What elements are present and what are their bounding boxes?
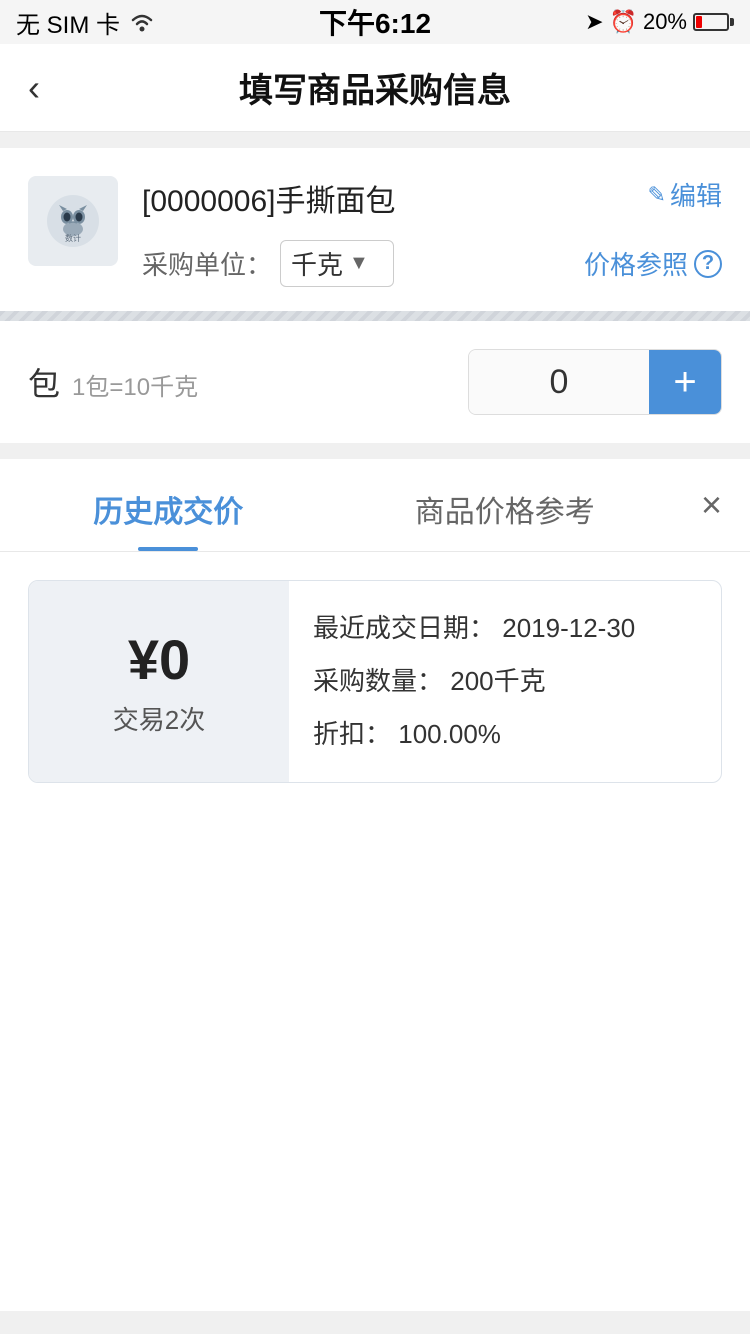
history-transactions: 交易2次 bbox=[113, 700, 205, 737]
edit-label: 编辑 bbox=[670, 176, 722, 213]
tab-product-reference[interactable]: 商品价格参考 bbox=[336, 459, 672, 551]
product-name-row: [0000006]手撕面包 ✎ 编辑 bbox=[142, 176, 722, 220]
location-icon: ➤ bbox=[585, 9, 603, 35]
price-reference-button[interactable]: 价格参照 ? bbox=[584, 245, 722, 282]
product-name: [0000006]手撕面包 bbox=[142, 176, 395, 220]
product-logo-icon: 数计 bbox=[45, 193, 101, 249]
status-bar: 无 SIM 卡 下午6:12 ➤ ⏰ 20% bbox=[0, 0, 750, 44]
back-button[interactable]: ‹ bbox=[20, 59, 48, 117]
battery-icon bbox=[693, 13, 734, 31]
close-panel-button[interactable]: × bbox=[673, 464, 750, 546]
unit-select[interactable]: 千克 ▼ bbox=[280, 240, 394, 287]
carrier-text: 无 SIM 卡 bbox=[16, 5, 120, 40]
price-number: 0 bbox=[159, 628, 190, 691]
alarm-icon: ⏰ bbox=[610, 9, 637, 35]
price-ref-label: 价格参照 bbox=[584, 245, 688, 282]
purchase-qty-label: 采购数量： bbox=[313, 666, 443, 696]
discount-label: 折扣： bbox=[313, 719, 391, 749]
tab-history-label: 历史成交价 bbox=[93, 496, 243, 529]
status-left: 无 SIM 卡 bbox=[16, 5, 156, 40]
recent-date-label: 最近成交日期： bbox=[313, 613, 495, 643]
tab-bar: 历史成交价 商品价格参考 × bbox=[0, 459, 750, 552]
purchase-qty-row: 采购数量： 200千克 bbox=[313, 662, 697, 701]
wifi-icon bbox=[128, 11, 156, 33]
quantity-input-group: 0 + bbox=[468, 349, 722, 415]
page-title: 填写商品采购信息 bbox=[239, 63, 511, 112]
bottom-area bbox=[0, 811, 750, 1311]
history-card-details: 最近成交日期： 2019-12-30 采购数量： 200千克 折扣： 100.0… bbox=[289, 581, 721, 782]
history-section: ¥0 交易2次 最近成交日期： 2019-12-30 采购数量： 200千克 折… bbox=[0, 552, 750, 811]
unit-label: 采购单位： bbox=[142, 245, 272, 282]
edit-button[interactable]: ✎ 编辑 bbox=[648, 176, 722, 213]
discount-value: 100.00% bbox=[398, 719, 501, 749]
quantity-plus-button[interactable]: + bbox=[649, 350, 721, 414]
product-thumbnail: 数计 bbox=[28, 176, 118, 266]
unit-badge: 包 bbox=[28, 359, 60, 405]
battery-percent: 20% bbox=[643, 9, 687, 35]
recent-date-row: 最近成交日期： 2019-12-30 bbox=[313, 609, 697, 648]
history-price-value: ¥0 bbox=[128, 627, 190, 692]
status-right: ➤ ⏰ 20% bbox=[585, 9, 734, 35]
edit-icon: ✎ bbox=[648, 182, 666, 208]
quantity-input[interactable]: 0 bbox=[469, 350, 649, 414]
quantity-row: 包 1包=10千克 0 + bbox=[0, 321, 750, 443]
dropdown-arrow-icon: ▼ bbox=[349, 252, 369, 275]
unit-value: 千克 bbox=[291, 245, 343, 282]
svg-text:数计: 数计 bbox=[65, 233, 81, 243]
tab-history-price[interactable]: 历史成交价 bbox=[0, 459, 336, 551]
tab-active-indicator bbox=[138, 547, 198, 551]
tab-reference-label: 商品价格参考 bbox=[415, 496, 595, 529]
unit-sub-label: 1包=10千克 bbox=[72, 367, 198, 402]
product-card: 数计 [0000006]手撕面包 ✎ 编辑 采购单位： 千克 ▼ bbox=[0, 148, 750, 311]
currency-symbol: ¥ bbox=[128, 628, 159, 691]
history-card: ¥0 交易2次 最近成交日期： 2019-12-30 采购数量： 200千克 折… bbox=[28, 580, 722, 783]
product-header: 数计 [0000006]手撕面包 ✎ 编辑 采购单位： 千克 ▼ bbox=[28, 176, 722, 287]
product-info: [0000006]手撕面包 ✎ 编辑 采购单位： 千克 ▼ 价格参照 ? bbox=[142, 176, 722, 287]
recent-date-value: 2019-12-30 bbox=[502, 613, 635, 643]
unit-row: 采购单位： 千克 ▼ 价格参照 ? bbox=[142, 240, 722, 287]
stripe-divider bbox=[0, 311, 750, 321]
help-icon: ? bbox=[694, 250, 722, 278]
history-card-price-side: ¥0 交易2次 bbox=[29, 581, 289, 782]
status-time: 下午6:12 bbox=[319, 2, 431, 42]
purchase-qty-value: 200千克 bbox=[450, 666, 545, 696]
discount-row: 折扣： 100.00% bbox=[313, 715, 697, 754]
quantity-unit-label: 包 1包=10千克 bbox=[28, 359, 198, 405]
nav-bar: ‹ 填写商品采购信息 bbox=[0, 44, 750, 132]
